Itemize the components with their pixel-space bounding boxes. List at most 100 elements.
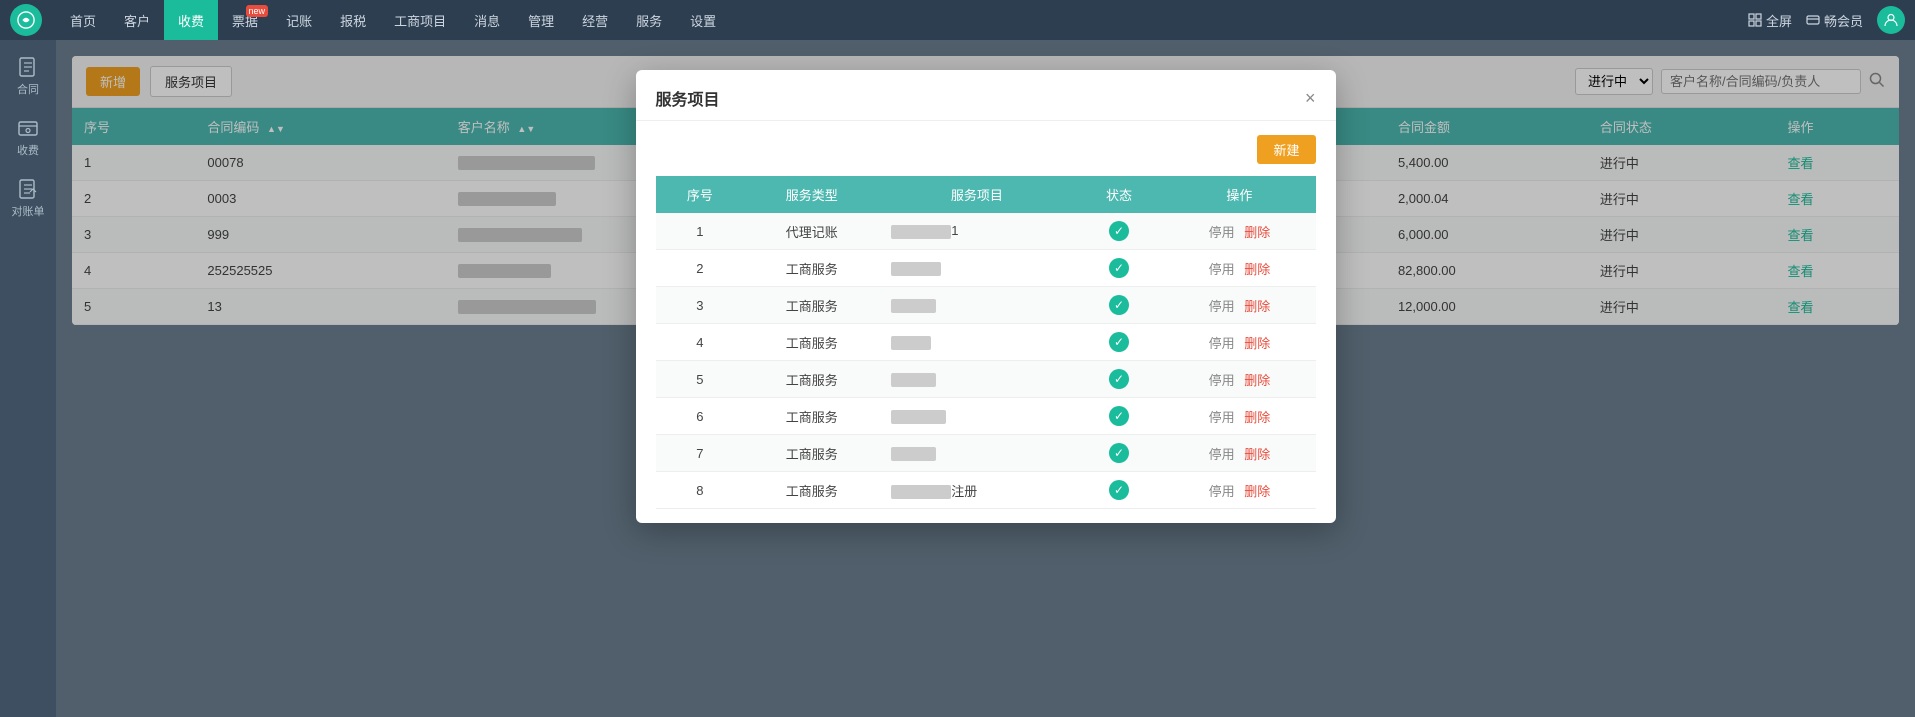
sidebar-item-statement[interactable]: 对账单: [2, 170, 54, 227]
modal-col-status: 状态: [1075, 176, 1164, 213]
delete-button[interactable]: 删除: [1244, 336, 1270, 351]
status-circle-icon: ✓: [1109, 443, 1129, 463]
nav-service[interactable]: 服务: [622, 0, 676, 40]
nav-tax[interactable]: 报税: [326, 0, 380, 40]
modal-cell-seq: 7: [656, 435, 745, 472]
sidebar: 合同 收费 对账单: [0, 40, 56, 717]
stop-button[interactable]: 停用: [1209, 262, 1235, 277]
list-item: 7 工商服务 ✓ 停用 删除: [656, 435, 1316, 472]
modal-cell-type: 工商服务: [744, 324, 879, 361]
stop-button[interactable]: 停用: [1209, 299, 1235, 314]
modal-cell-seq: 6: [656, 398, 745, 435]
modal-col-action: 操作: [1163, 176, 1315, 213]
modal-cell-action[interactable]: 停用 删除: [1163, 287, 1315, 324]
nav-settings[interactable]: 设置: [676, 0, 730, 40]
modal-cell-status: ✓: [1075, 435, 1164, 472]
new-service-button[interactable]: 新建: [1257, 135, 1315, 164]
top-navigation: 首页 客户 收费 票据 new 记账 报税 工商项目 消息 管理 经营 服务 设…: [0, 0, 1915, 40]
modal-cell-action[interactable]: 停用 删除: [1163, 250, 1315, 287]
sidebar-contract-label: 合同: [17, 81, 39, 97]
user-avatar[interactable]: [1877, 6, 1905, 34]
modal-cell-status: ✓: [1075, 398, 1164, 435]
modal-cell-action[interactable]: 停用 删除: [1163, 398, 1315, 435]
modal-cell-item: [879, 287, 1074, 324]
status-circle-icon: ✓: [1109, 369, 1129, 389]
nav-bizproject[interactable]: 工商项目: [380, 0, 460, 40]
service-items-table: 序号 服务类型 服务项目 状态 操作 1 代理记账 1 ✓ 停用 删除 2: [656, 176, 1316, 509]
modal-col-type: 服务类型: [744, 176, 879, 213]
sidebar-item-fee[interactable]: 收费: [2, 109, 54, 166]
delete-button[interactable]: 删除: [1244, 410, 1270, 425]
modal-close-button[interactable]: ×: [1305, 89, 1316, 107]
content-area: 新增 服务项目 进行中 已完成 全部: [56, 40, 1915, 717]
modal-cell-seq: 1: [656, 213, 745, 250]
modal-col-item: 服务项目: [879, 176, 1074, 213]
modal-cell-type: 工商服务: [744, 250, 879, 287]
nav-home[interactable]: 首页: [56, 0, 110, 40]
nav-operation[interactable]: 经营: [568, 0, 622, 40]
fullscreen-label: 全屏: [1766, 11, 1792, 30]
member-button[interactable]: 畅会员: [1806, 11, 1863, 30]
modal-cell-action[interactable]: 停用 删除: [1163, 435, 1315, 472]
modal-cell-item: 注册: [879, 472, 1074, 509]
modal-cell-type: 工商服务: [744, 398, 879, 435]
status-circle-icon: ✓: [1109, 221, 1129, 241]
list-item: 4 工商服务 ✓ 停用 删除: [656, 324, 1316, 361]
fullscreen-button[interactable]: 全屏: [1748, 11, 1792, 30]
modal-col-seq: 序号: [656, 176, 745, 213]
modal-cell-type: 工商服务: [744, 472, 879, 509]
sidebar-item-contract[interactable]: 合同: [2, 48, 54, 105]
nav-customer[interactable]: 客户: [110, 0, 164, 40]
status-circle-icon: ✓: [1109, 480, 1129, 500]
modal-cell-status: ✓: [1075, 213, 1164, 250]
modal-cell-action[interactable]: 停用 删除: [1163, 472, 1315, 509]
modal-cell-seq: 3: [656, 287, 745, 324]
fee-icon: [17, 117, 39, 139]
modal-cell-item: [879, 398, 1074, 435]
modal-cell-action[interactable]: 停用 删除: [1163, 324, 1315, 361]
stop-button[interactable]: 停用: [1209, 336, 1235, 351]
sidebar-fee-label: 收费: [17, 142, 39, 158]
list-item: 1 代理记账 1 ✓ 停用 删除: [656, 213, 1316, 250]
stop-button[interactable]: 停用: [1209, 447, 1235, 462]
delete-button[interactable]: 删除: [1244, 373, 1270, 388]
stop-button[interactable]: 停用: [1209, 410, 1235, 425]
list-item: 5 工商服务 ✓ 停用 删除: [656, 361, 1316, 398]
nav-manage[interactable]: 管理: [514, 0, 568, 40]
list-item: 8 工商服务 注册 ✓ 停用 删除: [656, 472, 1316, 509]
new-badge: new: [246, 5, 269, 17]
modal-cell-status: ✓: [1075, 324, 1164, 361]
modal-cell-item: 1: [879, 213, 1074, 250]
member-label: 畅会员: [1824, 11, 1863, 30]
app-logo[interactable]: [10, 4, 42, 36]
status-circle-icon: ✓: [1109, 406, 1129, 426]
stop-button[interactable]: 停用: [1209, 225, 1235, 240]
statement-icon: [17, 178, 39, 200]
list-item: 2 工商服务 ✓ 停用 删除: [656, 250, 1316, 287]
modal-cell-item: [879, 324, 1074, 361]
modal-title: 服务项目: [656, 86, 720, 110]
delete-button[interactable]: 删除: [1244, 484, 1270, 499]
modal-cell-action[interactable]: 停用 删除: [1163, 213, 1315, 250]
modal-cell-type: 代理记账: [744, 213, 879, 250]
nav-bookkeeping[interactable]: 记账: [272, 0, 326, 40]
modal-cell-seq: 5: [656, 361, 745, 398]
nav-message[interactable]: 消息: [460, 0, 514, 40]
contract-icon: [17, 56, 39, 78]
modal-body: 新建 序号 服务类型 服务项目 状态 操作 1: [636, 121, 1336, 523]
modal-header: 服务项目 ×: [636, 70, 1336, 121]
nav-fee[interactable]: 收费: [164, 0, 218, 40]
stop-button[interactable]: 停用: [1209, 373, 1235, 388]
status-circle-icon: ✓: [1109, 332, 1129, 352]
delete-button[interactable]: 删除: [1244, 262, 1270, 277]
delete-button[interactable]: 删除: [1244, 299, 1270, 314]
nav-invoice[interactable]: 票据 new: [218, 0, 272, 40]
delete-button[interactable]: 删除: [1244, 447, 1270, 462]
stop-button[interactable]: 停用: [1209, 484, 1235, 499]
modal-cell-status: ✓: [1075, 361, 1164, 398]
delete-button[interactable]: 删除: [1244, 225, 1270, 240]
modal-cell-action[interactable]: 停用 删除: [1163, 361, 1315, 398]
nav-right: 全屏 畅会员: [1748, 6, 1905, 34]
modal-toolbar: 新建: [656, 135, 1316, 164]
modal-cell-item: [879, 250, 1074, 287]
